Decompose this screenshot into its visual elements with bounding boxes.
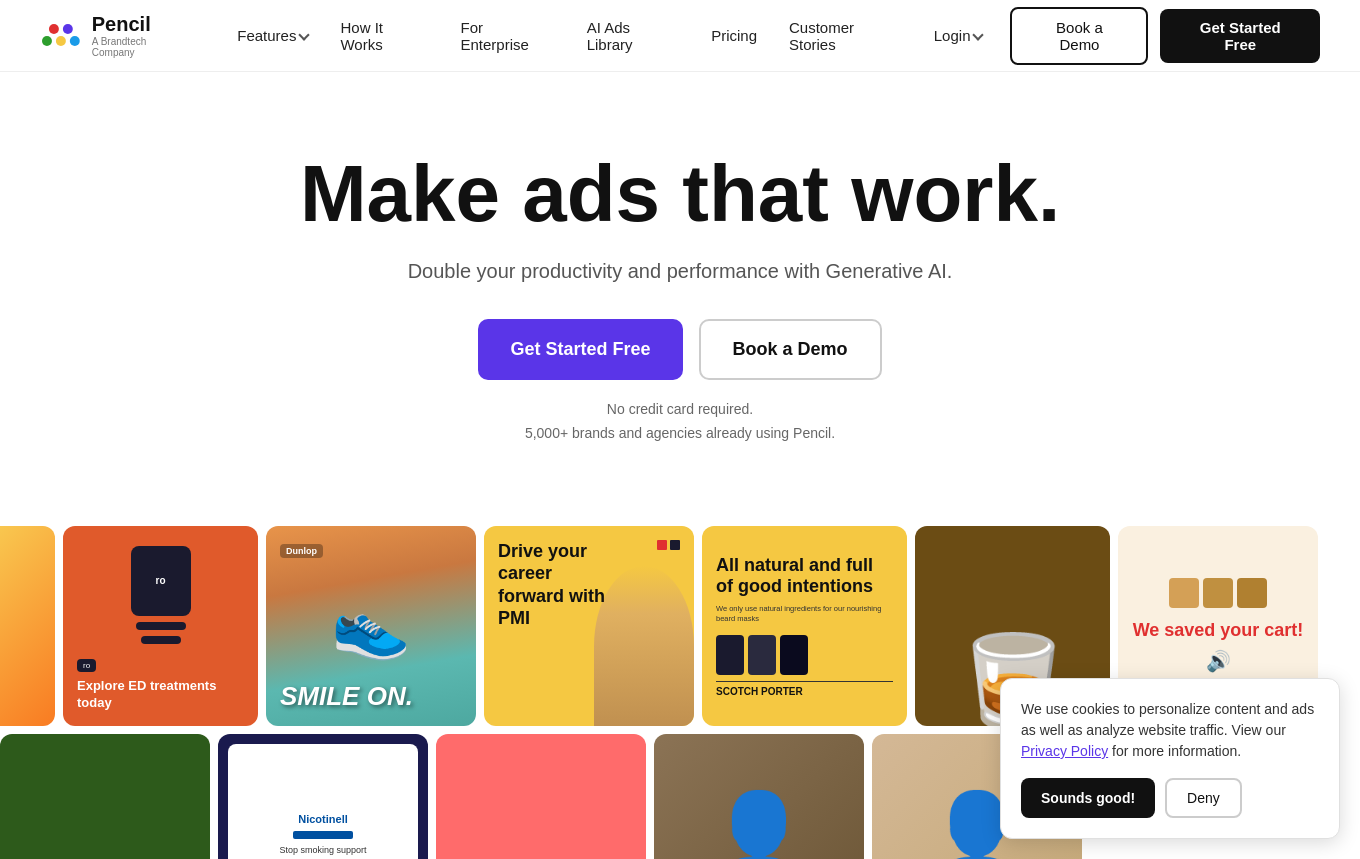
- nav-enterprise[interactable]: For Enterprise: [447, 11, 569, 61]
- person1-icon: 👤: [709, 787, 809, 859]
- nav-right: Login Book a Demo Get Started Free: [918, 7, 1320, 65]
- privacy-policy-link[interactable]: Privacy Policy: [1021, 743, 1108, 759]
- svg-point-4: [70, 36, 80, 46]
- book-demo-button[interactable]: Book a Demo: [1010, 7, 1148, 65]
- hero-subtitle: Double your productivity and performance…: [408, 260, 953, 283]
- cookie-text: We use cookies to personalize content an…: [1021, 699, 1319, 762]
- nav-how-it-works[interactable]: How It Works: [326, 11, 442, 61]
- saved-text: We saved your cart!: [1133, 620, 1304, 642]
- ad-card-natural[interactable]: All natural and full of good intentions …: [702, 526, 907, 726]
- ed-graphic: ro: [131, 546, 191, 644]
- ad-card-career[interactable]: Drive your career forward with PMI: [484, 526, 694, 726]
- logo-name: Pencil: [92, 13, 191, 36]
- nav-features[interactable]: Features: [223, 19, 322, 52]
- login-button[interactable]: Login: [918, 19, 999, 52]
- natural-sub: We only use natural ingredients for our …: [716, 604, 893, 625]
- speaker-icon: 🔊: [1206, 649, 1231, 673]
- hero-section: Make ads that work. Double your producti…: [0, 72, 1360, 506]
- scotch-porter-brand: SCOTCH PORTER: [716, 681, 893, 697]
- hero-ctas: Get Started Free Book a Demo: [478, 319, 881, 380]
- nav-pricing[interactable]: Pricing: [697, 19, 771, 52]
- nav-customer-stories[interactable]: Customer Stories: [775, 11, 918, 61]
- hero-get-started-button[interactable]: Get Started Free: [478, 319, 682, 380]
- natural-title: All natural and full of good intentions: [716, 555, 893, 598]
- get-started-button[interactable]: Get Started Free: [1160, 9, 1320, 63]
- cookie-accept-button[interactable]: Sounds good!: [1021, 778, 1155, 818]
- logo-sub: A Brandtech Company: [92, 36, 191, 58]
- svg-point-1: [63, 24, 73, 34]
- chevron-down-icon: [299, 29, 310, 40]
- career-text: Drive your career forward with PMI: [498, 540, 618, 630]
- cookie-buttons: Sounds good! Deny: [1021, 778, 1319, 818]
- ad-card-nicotinell[interactable]: Nicotinell Stop smoking support: [218, 734, 428, 859]
- pencil-logo-icon: [40, 15, 82, 57]
- scotch-porter-products: [716, 635, 808, 675]
- logo-text: Pencil A Brandtech Company: [92, 13, 191, 58]
- cookie-banner: We use cookies to personalize content an…: [1000, 678, 1340, 839]
- smile-text: SMILE ON.: [280, 681, 462, 712]
- svg-point-0: [49, 24, 59, 34]
- svg-point-2: [56, 36, 66, 46]
- ad-card-person1[interactable]: 👤: [654, 734, 864, 859]
- chevron-down-icon: [973, 29, 984, 40]
- ad-card-love-snack[interactable]: Some of us love a good snack!: [436, 734, 646, 859]
- ad-card-snack[interactable]: Need a nutritious snack?: [0, 734, 210, 859]
- ad-card-smile[interactable]: 👟 Dunlop SMILE ON.: [266, 526, 476, 726]
- saved-products: [1132, 578, 1304, 608]
- smile-brand: Dunlop: [280, 540, 323, 558]
- ed-text: Explore ED treatments today: [77, 678, 244, 712]
- logo[interactable]: Pencil A Brandtech Company: [40, 13, 191, 58]
- ad-card-partial: [0, 526, 55, 726]
- ed-tag: ro: [77, 659, 96, 672]
- navbar: Pencil A Brandtech Company Features How …: [0, 0, 1360, 72]
- cookie-deny-button[interactable]: Deny: [1165, 778, 1242, 818]
- snack-bg: [0, 734, 210, 859]
- hero-title: Make ads that work.: [300, 152, 1060, 236]
- nav-links: Features How It Works For Enterprise AI …: [223, 11, 918, 61]
- hero-book-demo-button[interactable]: Book a Demo: [699, 319, 882, 380]
- hero-note: No credit card required. 5,000+ brands a…: [525, 398, 835, 446]
- ad-card-ed[interactable]: ro ro Explore ED treatments today: [63, 526, 258, 726]
- svg-point-3: [42, 36, 52, 46]
- nav-ai-ads-library[interactable]: AI Ads Library: [573, 11, 694, 61]
- nav-left: Pencil A Brandtech Company Features How …: [40, 11, 918, 61]
- nicotinell-card-inner: Nicotinell Stop smoking support: [228, 744, 418, 859]
- pmi-logo: [657, 540, 680, 550]
